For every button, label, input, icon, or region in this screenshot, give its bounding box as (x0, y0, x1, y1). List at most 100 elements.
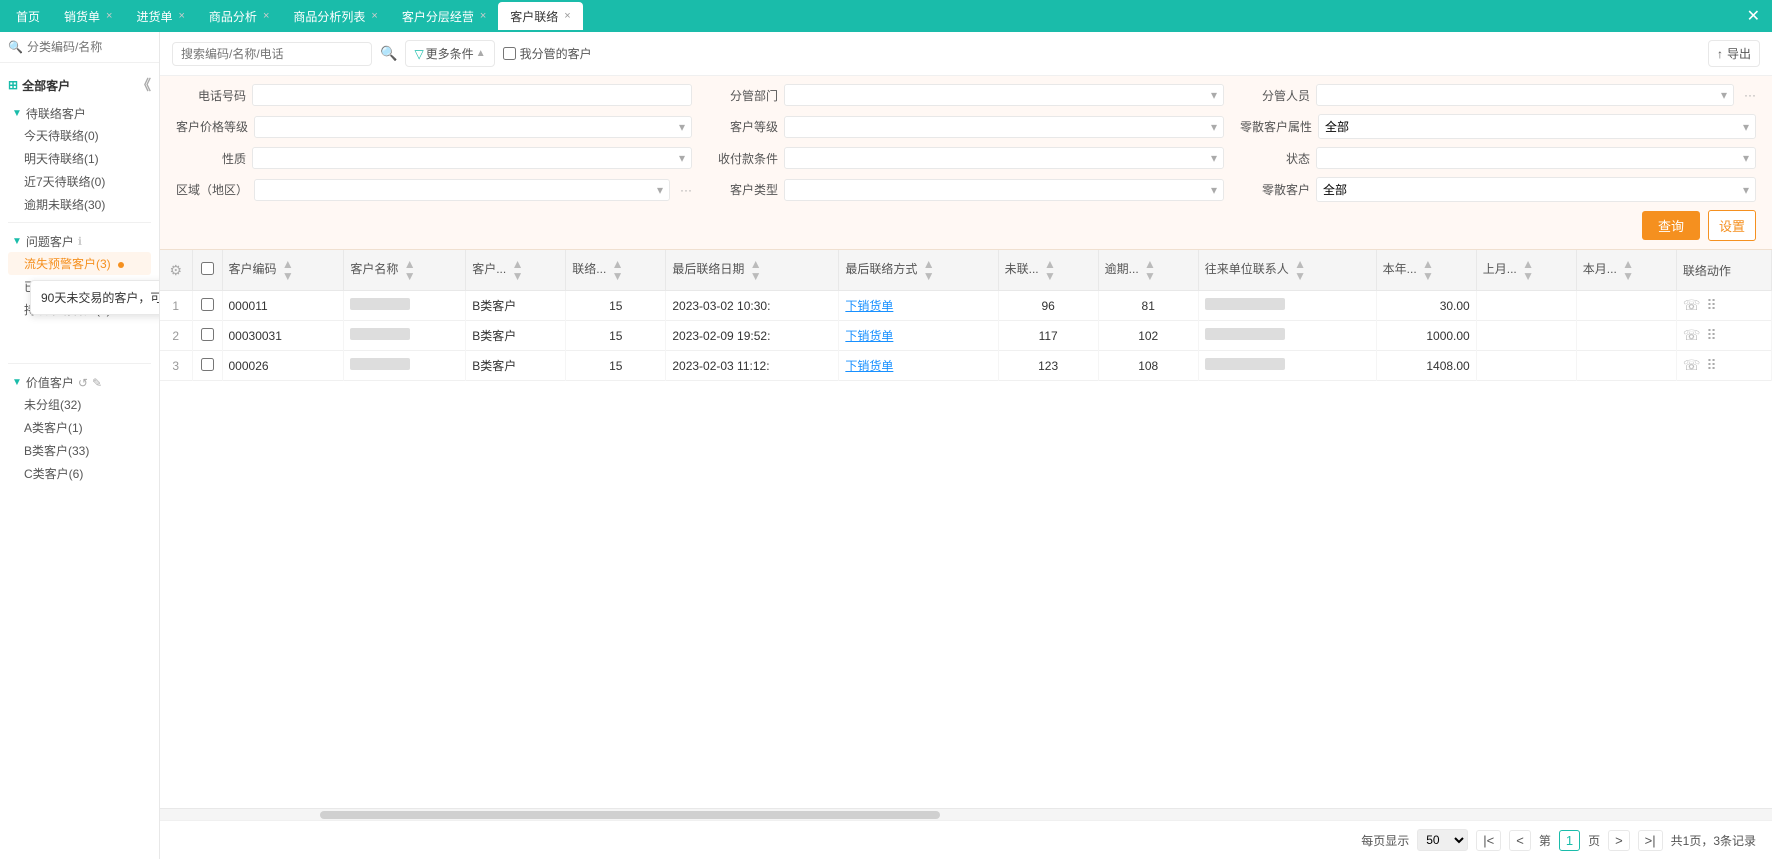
tab-close-sales-order[interactable]: × (106, 10, 112, 22)
cell-check[interactable] (192, 291, 222, 321)
sort-arrows-not-contacted[interactable]: ▲▼ (1044, 258, 1056, 282)
sidebar-group-pending-title[interactable]: ▼ 待联络客户 (8, 101, 151, 124)
cell-check[interactable] (192, 321, 222, 351)
sidebar-search-input[interactable] (27, 40, 151, 54)
sort-arrows-last-date[interactable]: ▲▼ (750, 258, 762, 282)
sidebar-item-churn-warning[interactable]: 流失预警客户(3) (8, 252, 151, 275)
sidebar-group-value-title[interactable]: ▼ 价值客户 ↺ ✎ (8, 370, 151, 393)
sort-arrows-code[interactable]: ▲▼ (282, 258, 294, 282)
sidebar-search-bar: 🔍 (0, 32, 159, 63)
adv-filter-actions: 查询 设置 (176, 210, 1756, 241)
adv-select-region[interactable]: ▾ (254, 179, 670, 201)
sidebar-item-7days[interactable]: 近7天待联络(0) (8, 170, 151, 193)
filter-search-input[interactable] (172, 42, 372, 66)
tab-close-purchase-order[interactable]: × (178, 10, 184, 22)
cell-num: 1 (160, 291, 192, 321)
adv-select-dept[interactable]: ▾ (784, 84, 1224, 106)
adv-select-manager[interactable]: ▾ (1316, 84, 1734, 106)
tab-close-customer-tier[interactable]: × (480, 10, 486, 22)
last-page-button[interactable]: >| (1638, 830, 1663, 851)
close-window-button[interactable]: ✕ (1747, 6, 1768, 26)
tab-close-product-analysis-list[interactable]: × (371, 10, 377, 22)
value-refresh-icon[interactable]: ↺ (78, 376, 88, 390)
sidebar-item-ungrouped[interactable]: 未分组(32) (8, 393, 151, 416)
tab-product-analysis-list[interactable]: 商品分析列表 × (281, 2, 389, 30)
adv-select-zero-attr[interactable]: 全部 ▾ (1318, 114, 1756, 139)
sidebar-root-all-customers[interactable]: ⊞ 全部客户 《 (8, 69, 151, 99)
tab-purchase-order[interactable]: 进货单 × (124, 2, 196, 30)
adv-select-payment[interactable]: ▾ (784, 147, 1224, 169)
scrollbar-thumb[interactable] (320, 811, 940, 819)
sidebar-item-tomorrow[interactable]: 明天待联络(1) (8, 147, 151, 170)
contact-icon[interactable]: ☏ (1683, 357, 1701, 374)
adv-select-customer-grade[interactable]: ▾ (784, 116, 1224, 138)
sort-arrows-contact[interactable]: ▲▼ (612, 258, 624, 282)
adv-input-phone[interactable] (252, 84, 692, 106)
sidebar-item-overdue[interactable]: 逾期未联络(30) (8, 193, 151, 216)
query-button[interactable]: 查询 (1642, 211, 1700, 240)
tab-customer-tier[interactable]: 客户分层经营 × (390, 2, 498, 30)
sort-arrows-type[interactable]: ▲▼ (512, 258, 524, 282)
last-way-link[interactable]: 下销货单 (845, 359, 893, 373)
first-page-button[interactable]: |< (1476, 830, 1501, 851)
cell-check[interactable] (192, 351, 222, 381)
my-customers-checkbox[interactable]: 我分管的客户 (503, 45, 592, 62)
sort-arrows-this-year[interactable]: ▲▼ (1422, 258, 1434, 282)
sidebar-item-today[interactable]: 今天待联络(0) (8, 124, 151, 147)
sort-arrows-last-month[interactable]: ▲▼ (1522, 258, 1534, 282)
contact-icon[interactable]: ☏ (1683, 327, 1701, 344)
th-gear[interactable]: ⚙ (160, 250, 192, 291)
my-customers-checkbox-input[interactable] (503, 47, 516, 60)
adv-select-zero-customer[interactable]: 全部 ▾ (1316, 177, 1756, 202)
adv-select-nature[interactable]: ▾ (252, 147, 692, 169)
tab-close-product-analysis[interactable]: × (263, 10, 269, 22)
manager-dots[interactable]: ··· (1744, 88, 1756, 102)
more-actions-icon[interactable]: ⠿ (1706, 357, 1716, 374)
select-all-checkbox[interactable] (201, 262, 214, 275)
sort-arrows-this-month[interactable]: ▲▼ (1622, 258, 1634, 282)
adv-select-status[interactable]: ▾ (1316, 147, 1756, 169)
th-check[interactable] (192, 250, 222, 291)
gear-icon[interactable]: ⚙ (169, 262, 182, 278)
table-body: 1 000011 B类客户 15 2023-03-02 10:30: 下销货单 … (160, 291, 1772, 381)
value-edit-icon[interactable]: ✎ (92, 376, 102, 390)
sort-arrows-last-way[interactable]: ▲▼ (923, 258, 935, 282)
tab-customer-contact[interactable]: 客户联络 × (498, 2, 582, 30)
sidebar-group-problem-title[interactable]: ▼ 问题客户 ℹ (8, 229, 151, 252)
tab-home[interactable]: 首页 (4, 2, 52, 30)
sidebar-item-class-c[interactable]: C类客户(6) (8, 462, 151, 485)
adv-select-price-grade[interactable]: ▾ (254, 116, 692, 138)
sort-arrows-overdue[interactable]: ▲▼ (1144, 258, 1156, 282)
more-actions-icon[interactable]: ⠿ (1706, 327, 1716, 344)
sidebar-item-class-a[interactable]: A类客户(1) (8, 416, 151, 439)
filter-bar: 🔍 ▽ 更多条件 ▲ 我分管的客户 ↑ 导出 (160, 32, 1772, 76)
tab-sales-order[interactable]: 销货单 × (52, 2, 124, 30)
contact-icon[interactable]: ☏ (1683, 297, 1701, 314)
last-way-link[interactable]: 下销货单 (845, 329, 893, 343)
per-page-select[interactable]: 50 100 (1417, 829, 1468, 851)
filter-more-conditions-button[interactable]: ▽ 更多条件 ▲ (405, 40, 494, 67)
tab-product-analysis[interactable]: 商品分析 × (197, 2, 281, 30)
sidebar-item-class-b[interactable]: B类客户(33) (8, 439, 151, 462)
more-actions-icon[interactable]: ⠿ (1706, 297, 1716, 314)
horizontal-scrollbar[interactable] (160, 808, 1772, 820)
row-checkbox[interactable] (201, 328, 214, 341)
sort-arrows-name[interactable]: ▲▼ (404, 258, 416, 282)
problem-tooltip-icon[interactable]: ℹ (78, 235, 82, 248)
adv-label-region: 区域（地区） (176, 181, 248, 198)
adv-select-customer-type[interactable]: ▾ (784, 179, 1224, 201)
page-label: 第 (1539, 832, 1551, 849)
sort-arrows-unit-contact[interactable]: ▲▼ (1294, 258, 1306, 282)
row-checkbox[interactable] (201, 358, 214, 371)
arrow-region: ▾ (657, 183, 663, 197)
filter-search-icon[interactable]: 🔍 (380, 45, 397, 62)
prev-page-button[interactable]: < (1509, 830, 1531, 851)
settings-button[interactable]: 设置 (1708, 210, 1756, 241)
tab-close-customer-contact[interactable]: × (564, 10, 570, 22)
region-dots[interactable]: ··· (680, 183, 692, 197)
next-page-button[interactable]: > (1608, 830, 1630, 851)
last-way-link[interactable]: 下销货单 (845, 299, 893, 313)
row-checkbox[interactable] (201, 298, 214, 311)
export-button[interactable]: ↑ 导出 (1708, 40, 1760, 67)
customer-table: ⚙ 客户编码 ▲▼ 客户名称 ▲▼ (160, 250, 1772, 381)
